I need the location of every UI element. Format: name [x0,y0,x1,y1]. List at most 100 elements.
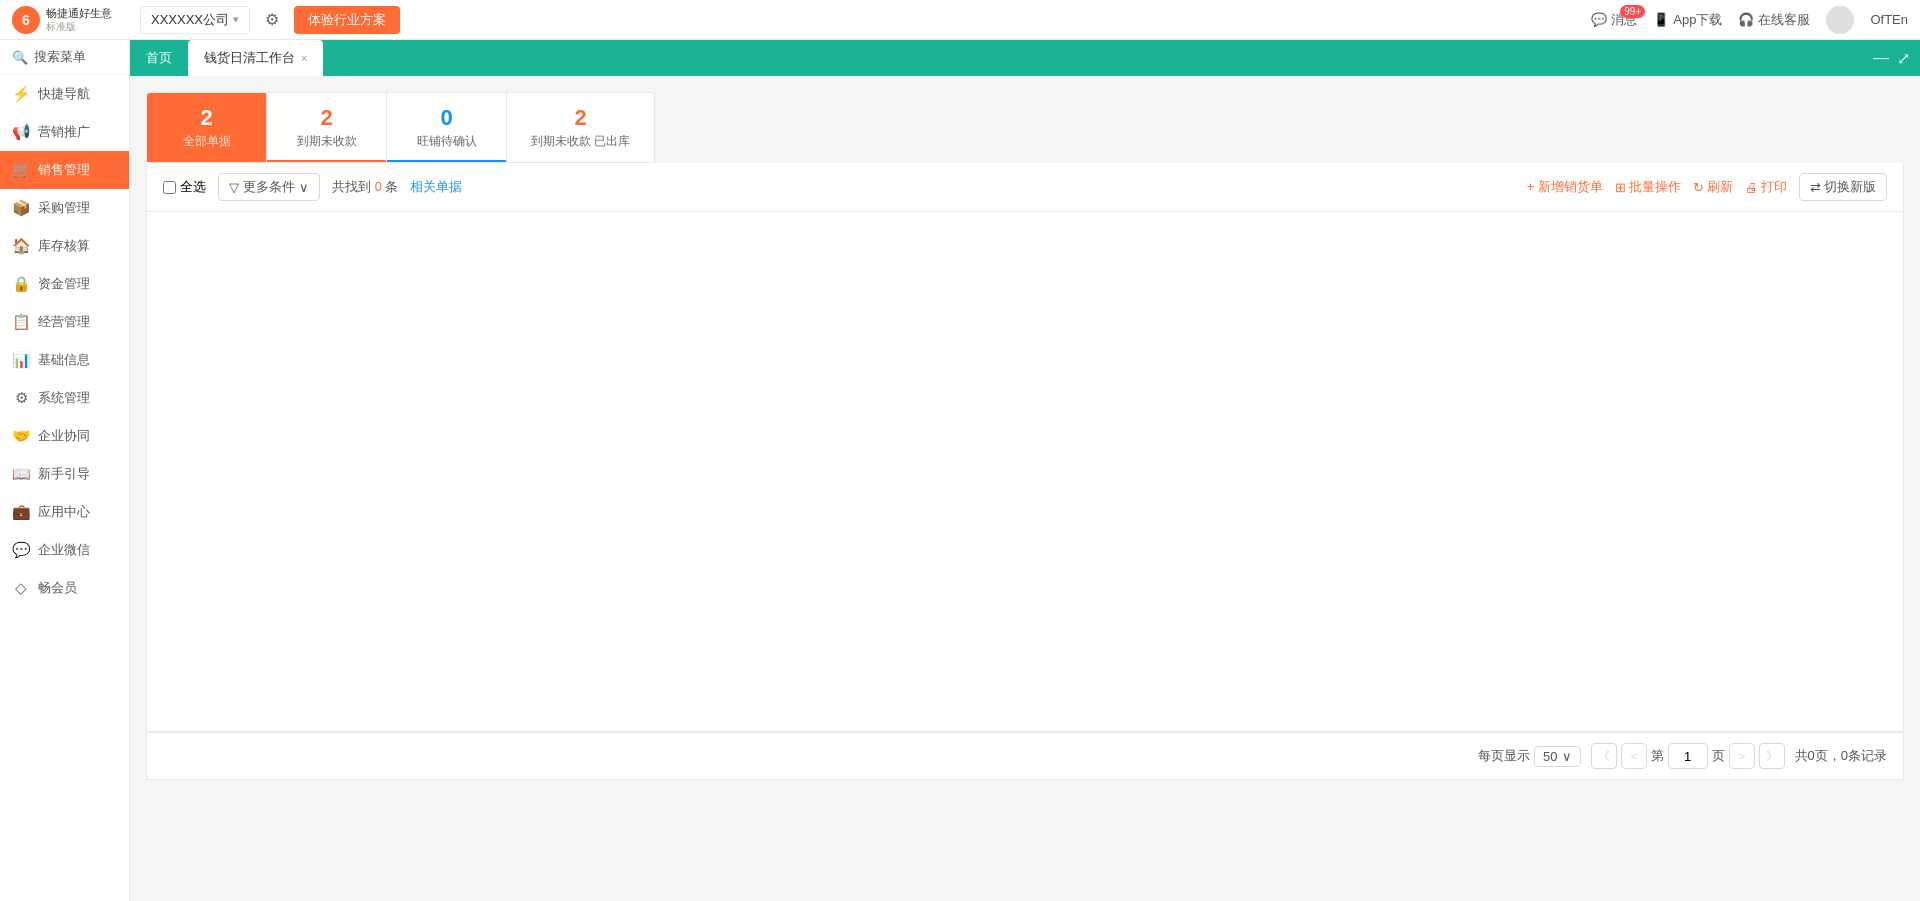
tab-workbench[interactable]: 钱货日清工作台 × [188,40,323,76]
sidebar-item-purchase[interactable]: 📦 采购管理 [0,189,129,227]
headset-icon: 🎧 [1738,12,1754,27]
purchase-icon: 📦 [12,199,30,217]
sidebar-item-label: 资金管理 [38,275,90,293]
app-center-icon: 💼 [12,503,30,521]
page-navigation: 《 ＜ 第 页 ＞ 》 [1591,743,1785,769]
tab-close-button[interactable]: × [301,52,307,64]
sidebar-item-label: 采购管理 [38,199,90,217]
refresh-icon: ↻ [1693,180,1704,195]
company-name: XXXXXX公司 [151,11,229,29]
nav-tabs: 首页 钱货日清工作台 × — ⤢ [130,40,1920,76]
stats-tab-overdue[interactable]: 2 到期未收款 [267,93,387,162]
message-button[interactable]: 💬 消息 99+ [1591,11,1637,29]
toolbar-right: + 新增销货单 ⊞ 批量操作 ↻ 刷新 🖨 打印 ⇄ 切换新版 [1527,173,1887,201]
sidebar-item-label: 快捷导航 [38,85,90,103]
switch-icon: ⇄ [1810,180,1821,195]
table-toolbar: 全选 ▽ 更多条件 ∨ 共找到 0 条 相关单据 + 新增销货单 ⊞ 批量操作 … [146,163,1904,212]
batch-button[interactable]: ⊞ 批量操作 [1615,178,1681,196]
related-link[interactable]: 相关单据 [410,178,462,196]
quick-nav-icon: ⚡ [12,85,30,103]
sidebar-item-marketing[interactable]: 📢 营销推广 [0,113,129,151]
pending-count: 0 [411,105,482,131]
total-records-text: 共0页，0条记录 [1795,747,1887,765]
marketing-icon: 📢 [12,123,30,141]
basic-info-icon: 📊 [12,351,30,369]
shipped-label: 到期未收款 已出库 [531,133,630,150]
shipped-count: 2 [531,105,630,131]
company-selector[interactable]: XXXXXX公司 ▾ [140,6,250,34]
refresh-label: 刷新 [1707,178,1733,196]
toolbar-left: 全选 ▽ 更多条件 ∨ 共找到 0 条 相关单据 [163,173,462,201]
sidebar-item-basic-info[interactable]: 📊 基础信息 [0,341,129,379]
home-tab-label: 首页 [146,49,172,67]
filter-button[interactable]: ▽ 更多条件 ∨ [218,173,320,201]
filter-icon: ▽ [229,180,239,195]
sidebar-item-sales[interactable]: 🛒 销售管理 [0,151,129,189]
page-suffix: 页 [1712,747,1725,765]
sidebar-search[interactable]: 🔍 搜索菜单 [0,40,129,75]
tab-maximize-button[interactable]: ⤢ [1897,49,1910,68]
sidebar-item-inventory[interactable]: 🏠 库存核算 [0,227,129,265]
select-all-label: 全选 [180,178,206,196]
select-all-checkbox[interactable]: 全选 [163,178,206,196]
sidebar-item-app-center[interactable]: 💼 应用中心 [0,493,129,531]
tab-minimize-button[interactable]: — [1873,49,1889,67]
print-button[interactable]: 🖨 打印 [1745,178,1787,196]
next-page-button[interactable]: ＞ [1729,743,1755,769]
sidebar-item-system[interactable]: ⚙ 系统管理 [0,379,129,417]
page-label: 第 [1651,747,1664,765]
first-page-button[interactable]: 《 [1591,743,1617,769]
last-page-button[interactable]: 》 [1759,743,1785,769]
page-size-value: 50 [1543,749,1557,764]
settings-button[interactable]: ⚙ [258,6,286,34]
app-download-label: App下载 [1673,11,1722,29]
inventory-icon: 🏠 [12,237,30,255]
add-button[interactable]: + 新增销货单 [1527,178,1603,196]
switch-version-button[interactable]: ⇄ 切换新版 [1799,173,1887,201]
tab-home[interactable]: 首页 [130,40,188,76]
app-download-button[interactable]: 📱 App下载 [1653,11,1722,29]
sidebar-item-finance[interactable]: 🔒 资金管理 [0,265,129,303]
result-count: 0 [375,179,382,194]
result-text: 共找到 0 条 [332,178,398,196]
stats-tab-pending[interactable]: 0 旺铺待确认 [387,93,507,162]
wechat-icon: 💬 [12,541,30,559]
sidebar-item-guide[interactable]: 📖 新手引导 [0,455,129,493]
print-label: 打印 [1761,178,1787,196]
online-service-button[interactable]: 🎧 在线客服 [1738,11,1810,29]
sidebar-item-label: 经营管理 [38,313,90,331]
sidebar-item-label: 新手引导 [38,465,90,483]
logo-text: 畅捷通好生意 标准版 [46,6,112,33]
search-label: 搜索菜单 [34,48,86,66]
sidebar-item-quick-nav[interactable]: ⚡ 快捷导航 [0,75,129,113]
sidebar-item-label: 基础信息 [38,351,90,369]
select-all-input[interactable] [163,181,176,194]
avatar[interactable] [1826,6,1854,34]
all-label: 全部单据 [171,133,242,150]
pending-underline [387,160,506,162]
page-number-input[interactable] [1668,743,1708,769]
filter-label: 更多条件 [243,178,295,196]
sidebar: 🔍 搜索菜单 ⚡ 快捷导航 📢 营销推广 🛒 销售管理 📦 采购管理 🏠 库存核… [0,0,130,901]
message-badge: 99+ [1620,5,1645,18]
stats-tab-all[interactable]: 2 全部单据 [147,93,267,162]
sidebar-item-member[interactable]: ◇ 畅会员 [0,569,129,607]
sidebar-item-label: 销售管理 [38,161,90,179]
stats-tab-shipped[interactable]: 2 到期未收款 已出库 [507,93,654,162]
sidebar-item-operations[interactable]: 📋 经营管理 [0,303,129,341]
company-dropdown-arrow: ▾ [233,13,239,26]
page-size-select-box[interactable]: 50 ∨ [1534,746,1580,767]
main-content: 2 全部单据 2 到期未收款 0 旺铺待确认 2 到期未收款 已出库 全选 ▽ [130,76,1920,901]
trial-button[interactable]: 体验行业方案 [294,6,400,34]
table-area [146,212,1904,732]
guide-icon: 📖 [12,465,30,483]
sidebar-item-wechat[interactable]: 💬 企业微信 [0,531,129,569]
print-icon: 🖨 [1745,180,1758,195]
username-label: OfTEn [1870,12,1908,27]
switch-label: 切换新版 [1824,178,1876,196]
refresh-button[interactable]: ↻ 刷新 [1693,178,1733,196]
prev-page-button[interactable]: ＜ [1621,743,1647,769]
page-input-area: 第 页 [1651,743,1725,769]
search-icon: 🔍 [12,50,28,65]
sidebar-item-enterprise[interactable]: 🤝 企业协同 [0,417,129,455]
